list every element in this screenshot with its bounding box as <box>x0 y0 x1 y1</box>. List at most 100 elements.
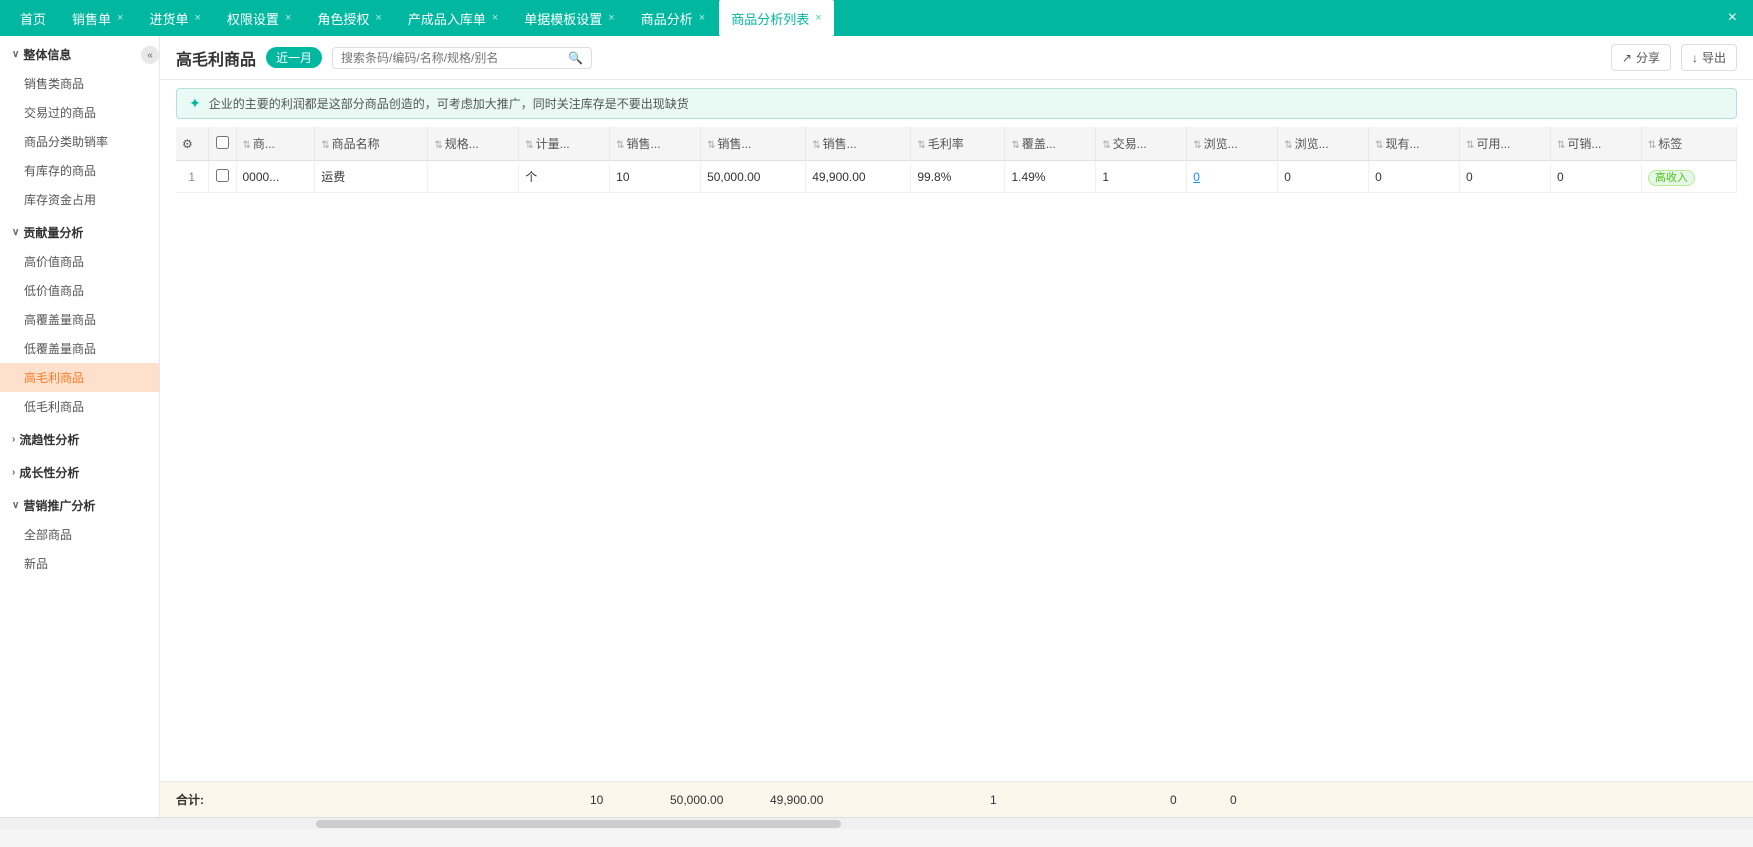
nav-product-inbound-close[interactable]: × <box>492 12 498 24</box>
col-gross-margin[interactable]: ⇅毛利率 <box>911 127 1005 161</box>
sidebar-item-sales-goods[interactable]: 销售类商品 <box>0 69 159 98</box>
row-code: 0000... <box>236 161 315 193</box>
col-views1[interactable]: ⇅浏览... <box>1187 127 1278 161</box>
sidebar-item-low-coverage[interactable]: 低覆盖量商品 <box>0 334 159 363</box>
select-all-checkbox[interactable] <box>216 136 229 149</box>
col-sales-profit[interactable]: ⇅销售... <box>806 127 911 161</box>
nav-purchase-order-label: 进货单 <box>149 9 188 28</box>
nav-template-settings[interactable]: 单据模板设置 × <box>512 0 626 36</box>
nav-product-analysis-list-label: 商品分析列表 <box>731 9 809 28</box>
nav-permission-settings[interactable]: 权限设置 × <box>215 0 303 36</box>
col-sales-qty[interactable]: ⇅销售... <box>610 127 701 161</box>
sidebar-group-marketing: ∨ 营销推广分析 全部商品 新品 <box>0 491 159 578</box>
nav-product-analysis-close[interactable]: × <box>699 12 705 24</box>
col-spec[interactable]: ⇅规格... <box>428 127 519 161</box>
nav-product-analysis-list-close[interactable]: × <box>815 12 821 24</box>
row-available-stock: 0 <box>1460 161 1551 193</box>
col-transaction[interactable]: ⇅交易... <box>1096 127 1187 161</box>
nav-product-inbound[interactable]: 产成品入库单 × <box>396 0 510 36</box>
row-name: 运费 <box>315 161 428 193</box>
col-current-stock[interactable]: ⇅现有... <box>1369 127 1460 161</box>
row-checkbox[interactable] <box>216 169 229 182</box>
sidebar-item-high-value[interactable]: 高价值商品 <box>0 247 159 276</box>
sidebar-item-high-margin[interactable]: 高毛利商品 <box>0 363 159 392</box>
sidebar-group-marketing-title[interactable]: ∨ 营销推广分析 <box>0 491 159 520</box>
group-title-text: 流趋性分析 <box>19 431 79 448</box>
col-sellable-stock[interactable]: ⇅可销... <box>1550 127 1641 161</box>
nav-template-settings-label: 单据模板设置 <box>524 9 602 28</box>
nav-home-label: 首页 <box>20 9 46 28</box>
nav-purchase-order-close[interactable]: × <box>194 12 200 24</box>
sidebar-item-all-goods[interactable]: 全部商品 <box>0 520 159 549</box>
col-views2[interactable]: ⇅浏览... <box>1278 127 1369 161</box>
col-name[interactable]: ⇅商品名称 <box>315 127 428 161</box>
col-code[interactable]: ⇅商... <box>236 127 315 161</box>
window-close-button[interactable]: × <box>1720 9 1745 27</box>
sidebar-item-traded-goods[interactable]: 交易过的商品 <box>0 98 159 127</box>
share-button[interactable]: ↗ 分享 <box>1611 44 1671 71</box>
footer-cells: 10 50,000.00 49,900.00 1 0 0 <box>208 793 1737 807</box>
group-expand-icon: › <box>12 434 15 445</box>
share-label: 分享 <box>1636 49 1660 66</box>
sidebar-item-stocked-goods[interactable]: 有库存的商品 <box>0 156 159 185</box>
content-area: 高毛利商品 近一月 🔍 ↗ 分享 ↓ 导出 ✦ 企业的主要的利润都是这部分商品创… <box>160 36 1753 817</box>
sidebar-group-overall: ∨ 整体信息 销售类商品 交易过的商品 商品分类助销率 有库存的商品 库存资金占… <box>0 40 159 214</box>
row-num: 1 <box>176 161 208 193</box>
row-views1[interactable]: 0 <box>1187 161 1278 193</box>
col-settings[interactable]: ⚙ <box>176 127 208 161</box>
sidebar-item-category-rate[interactable]: 商品分类助销率 <box>0 127 159 156</box>
footer-sales-qty: 10 <box>584 793 664 807</box>
info-text: 企业的主要的利润都是这部分商品创造的，可考虑加大推广，同时关注库存是不要出现缺货 <box>209 95 689 112</box>
row-checkbox-cell[interactable] <box>208 161 236 193</box>
row-sales-qty: 10 <box>610 161 701 193</box>
col-tag[interactable]: ⇅标签 <box>1641 127 1736 161</box>
nav-role-auth-label: 角色授权 <box>317 9 369 28</box>
nav-product-analysis-list[interactable]: 商品分析列表 × <box>719 0 833 36</box>
horizontal-scrollbar[interactable] <box>0 817 1753 829</box>
sidebar-item-stock-capital[interactable]: 库存资金占用 <box>0 185 159 214</box>
col-coverage[interactable]: ⇅覆盖... <box>1005 127 1096 161</box>
col-unit[interactable]: ⇅计量... <box>519 127 610 161</box>
sidebar-group-growth-title[interactable]: › 成长性分析 <box>0 458 159 487</box>
nav-home[interactable]: 首页 <box>8 0 58 36</box>
table-row: 1 0000... 运费 个 10 50,000.00 49,900.00 99… <box>176 161 1737 193</box>
group-expand-icon: › <box>12 467 15 478</box>
sidebar-item-low-value[interactable]: 低价值商品 <box>0 276 159 305</box>
group-title-text: 营销推广分析 <box>23 497 95 514</box>
col-sales-amount[interactable]: ⇅销售... <box>701 127 806 161</box>
nav-product-analysis[interactable]: 商品分析 × <box>629 0 717 36</box>
footer-bar: 合计: 10 50,000.00 49,900.00 1 0 0 <box>160 781 1753 817</box>
period-filter-button[interactable]: 近一月 <box>266 47 322 68</box>
footer-transaction: 1 <box>984 793 1044 807</box>
nav-role-auth-close[interactable]: × <box>375 12 381 24</box>
nav-template-settings-close[interactable]: × <box>608 12 614 24</box>
sidebar-group-contribution-title[interactable]: ∨ 贡献量分析 <box>0 218 159 247</box>
sidebar-item-high-coverage[interactable]: 高覆盖量商品 <box>0 305 159 334</box>
sidebar-collapse-button[interactable]: « <box>141 46 159 64</box>
nav-purchase-order[interactable]: 进货单 × <box>137 0 212 36</box>
search-icon[interactable]: 🔍 <box>568 51 583 65</box>
group-expand-icon: ∨ <box>12 49 19 60</box>
sidebar-item-new-goods[interactable]: 新品 <box>0 549 159 578</box>
sidebar-item-low-margin[interactable]: 低毛利商品 <box>0 392 159 421</box>
row-tag: 高收入 <box>1641 161 1736 193</box>
row-sellable-stock: 0 <box>1550 161 1641 193</box>
col-checkbox[interactable] <box>208 127 236 161</box>
group-expand-icon: ∨ <box>12 227 19 238</box>
footer-label: 合计: <box>176 791 204 808</box>
sidebar-group-overall-title[interactable]: ∨ 整体信息 <box>0 40 159 69</box>
search-input[interactable] <box>341 51 568 65</box>
table-header-row: ⚙ ⇅商... ⇅商品名称 ⇅规格... ⇅计量... ⇅销售... ⇅销售..… <box>176 127 1737 161</box>
sidebar-group-flow: › 流趋性分析 <box>0 425 159 454</box>
nav-permission-settings-close[interactable]: × <box>285 12 291 24</box>
nav-sales-order-close[interactable]: × <box>117 12 123 24</box>
nav-sales-order[interactable]: 销售单 × <box>60 0 135 36</box>
nav-role-auth[interactable]: 角色授权 × <box>305 0 393 36</box>
row-spec <box>428 161 519 193</box>
nav-permission-settings-label: 权限设置 <box>227 9 279 28</box>
col-available-stock[interactable]: ⇅可用... <box>1460 127 1551 161</box>
export-button[interactable]: ↓ 导出 <box>1681 44 1737 71</box>
footer-current-stock: 0 <box>1164 793 1224 807</box>
footer-sales-profit: 49,900.00 <box>764 793 864 807</box>
sidebar-group-flow-title[interactable]: › 流趋性分析 <box>0 425 159 454</box>
